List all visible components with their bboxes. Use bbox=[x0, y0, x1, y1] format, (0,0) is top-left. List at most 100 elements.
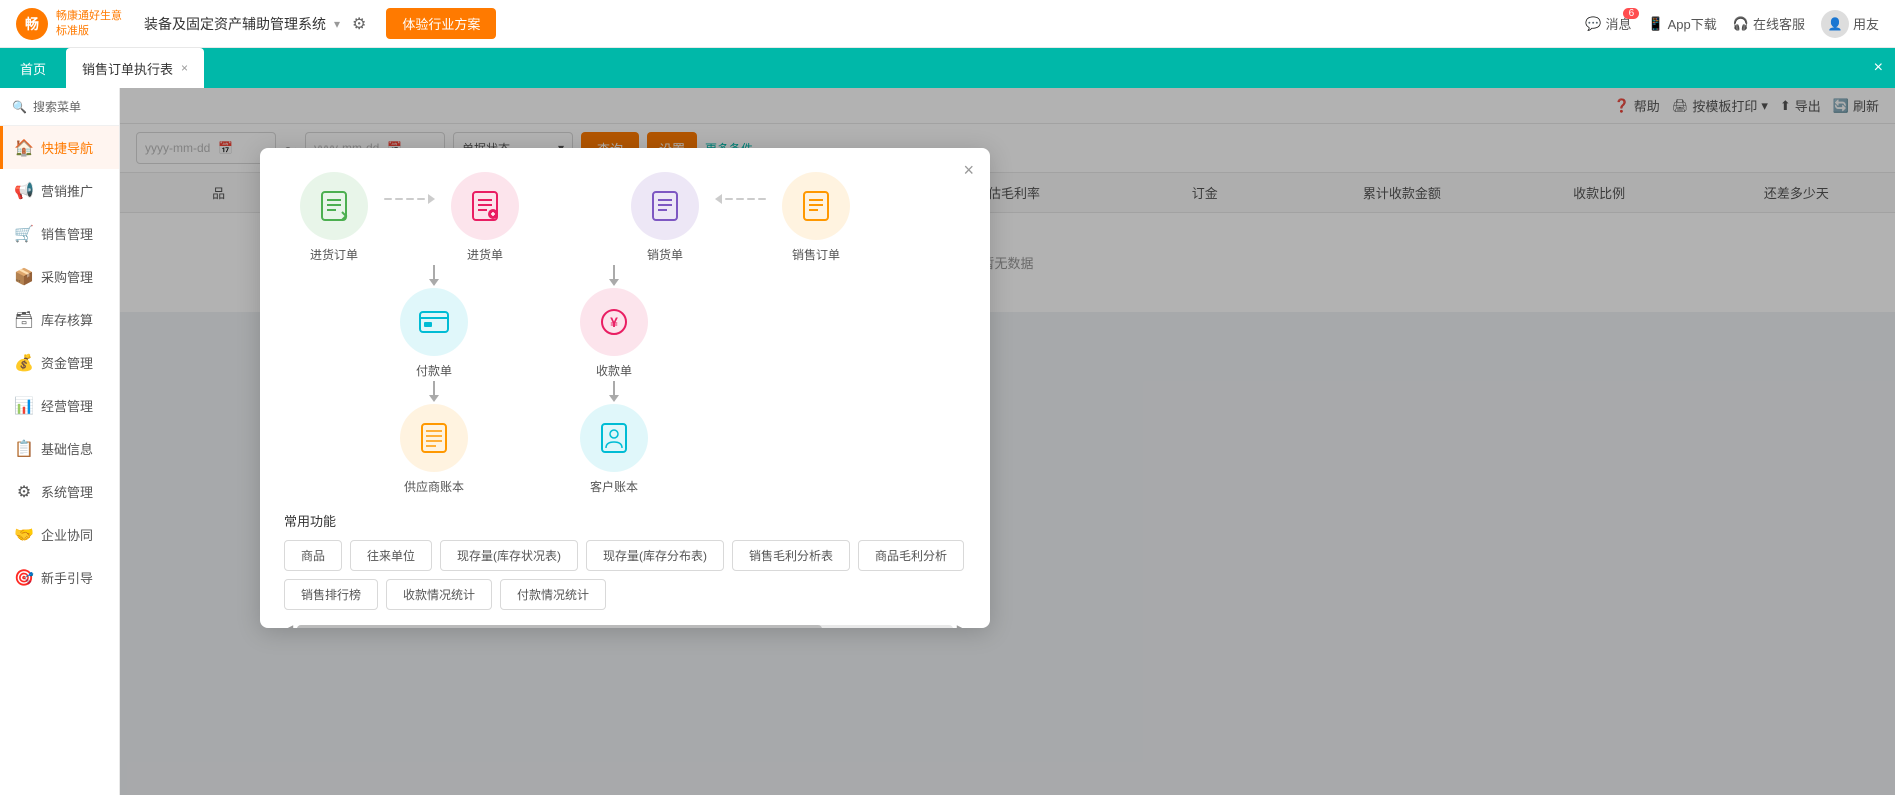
sidebar-item-inventory[interactable]: 🗃 库存核算 bbox=[0, 298, 119, 341]
message-btn[interactable]: 💬 消息 6 bbox=[1585, 14, 1631, 33]
modal-box: × 进货订单 bbox=[260, 148, 990, 628]
scroll-right-icon[interactable]: ▶ bbox=[957, 622, 966, 628]
modal-close-icon[interactable]: × bbox=[963, 160, 974, 181]
sales-bill-label: 销货单 bbox=[647, 246, 683, 263]
headset-icon: 🎧 bbox=[1733, 16, 1749, 32]
supplier-ledger-circle bbox=[400, 404, 468, 472]
message-badge: 6 bbox=[1623, 8, 1639, 19]
logo-text: 畅康通好生意 标准版 bbox=[56, 9, 122, 38]
tab-sales-order[interactable]: 销售订单执行表 × bbox=[66, 48, 204, 88]
sidebar-item-sales[interactable]: 🛒 销售管理 bbox=[0, 212, 119, 255]
flow-item-sales-order[interactable]: 销售订单 bbox=[782, 172, 850, 263]
customer-ledger-label: 客户账本 bbox=[590, 478, 638, 495]
flow-item-payment[interactable]: 付款单 bbox=[400, 288, 468, 379]
func-buttons-row1: 商品 往来单位 现存量(库存状况表) 现存量(库存分布表) 销售毛利分析表 商品… bbox=[284, 540, 966, 571]
modal-overlay[interactable]: × 进货订单 bbox=[120, 88, 1895, 795]
receipt-circle: ¥ bbox=[580, 288, 648, 356]
arrow-down-4 bbox=[580, 381, 648, 402]
common-functions-title: 常用功能 bbox=[284, 511, 966, 530]
sidebar-item-marketing[interactable]: 📢 营销推广 bbox=[0, 169, 119, 212]
purchase-bill-label: 进货单 bbox=[467, 246, 503, 263]
sidebar-item-quick-nav[interactable]: 🏠 快捷导航 bbox=[0, 126, 119, 169]
experience-btn[interactable]: 体验行业方案 bbox=[386, 8, 496, 39]
user-btn[interactable]: 👤 用友 bbox=[1821, 10, 1879, 38]
flow-item-purchase-bill[interactable]: 进货单 bbox=[451, 172, 519, 263]
header-right: 💬 消息 6 📱 App下载 🎧 在线客服 👤 用友 bbox=[1585, 10, 1879, 38]
sidebar-item-newbie[interactable]: 🎯 新手引导 bbox=[0, 556, 119, 599]
dropdown-arrow-icon[interactable]: ▾ bbox=[334, 17, 340, 31]
payment-label: 付款单 bbox=[416, 362, 452, 379]
arrow-down-1 bbox=[400, 265, 468, 286]
flow-item-customer-ledger[interactable]: 客户账本 bbox=[580, 404, 648, 495]
message-icon: 💬 bbox=[1585, 16, 1601, 32]
modal-scrollbar: ◀ ▶ bbox=[284, 622, 966, 628]
func-btn-payment-stats[interactable]: 付款情况统计 bbox=[500, 579, 606, 610]
flow-item-sales-bill[interactable]: 销货单 bbox=[631, 172, 699, 263]
sidebar-item-finance[interactable]: 💰 资金管理 bbox=[0, 341, 119, 384]
purchase-order-circle bbox=[300, 172, 368, 240]
func-btn-product[interactable]: 商品 bbox=[284, 540, 342, 571]
purchase-bill-circle bbox=[451, 172, 519, 240]
func-btn-receipt-stats[interactable]: 收款情况统计 bbox=[386, 579, 492, 610]
sidebar-item-operations[interactable]: 📊 经营管理 bbox=[0, 384, 119, 427]
arrow-right-1 bbox=[384, 194, 435, 204]
purchase-order-label: 进货订单 bbox=[310, 246, 358, 263]
logo-area: 畅 畅康通好生意 标准版 bbox=[16, 8, 136, 40]
func-btn-stock-dist[interactable]: 现存量(库存分布表) bbox=[586, 540, 724, 571]
sidebar-item-purchase[interactable]: 📦 采购管理 bbox=[0, 255, 119, 298]
flow-item-receipt[interactable]: ¥ 收款单 bbox=[580, 288, 648, 379]
enterprise-icon: 🤝 bbox=[15, 526, 33, 544]
func-buttons-row2: 销售排行榜 收款情况统计 付款情况统计 bbox=[284, 579, 966, 610]
avatar: 👤 bbox=[1821, 10, 1849, 38]
arrow-down-2 bbox=[580, 265, 648, 286]
flow-item-purchase-order[interactable]: 进货订单 bbox=[300, 172, 368, 263]
func-btn-stock-status[interactable]: 现存量(库存状况表) bbox=[440, 540, 578, 571]
system-icon: ⚙ bbox=[15, 483, 33, 501]
sales-order-label: 销售订单 bbox=[792, 246, 840, 263]
phone-icon: 📱 bbox=[1647, 16, 1663, 32]
system-title: 装备及固定资产辅助管理系统 bbox=[144, 14, 326, 34]
search-icon: 🔍 bbox=[12, 100, 27, 114]
operations-icon: 📊 bbox=[15, 397, 33, 415]
online-service-btn[interactable]: 🎧 在线客服 bbox=[1733, 14, 1805, 33]
inventory-icon: 🗃 bbox=[15, 311, 33, 329]
tab-home[interactable]: 首页 bbox=[0, 48, 66, 88]
customer-ledger-circle bbox=[580, 404, 648, 472]
payment-circle bbox=[400, 288, 468, 356]
scroll-left-icon[interactable]: ◀ bbox=[284, 622, 293, 628]
sales-order-circle bbox=[782, 172, 850, 240]
sidebar-item-enterprise[interactable]: 🤝 企业协同 bbox=[0, 513, 119, 556]
func-btn-sales-analysis[interactable]: 销售毛利分析表 bbox=[732, 540, 850, 571]
system-title-area: 装备及固定资产辅助管理系统 ▾ ⚙ 体验行业方案 bbox=[144, 8, 1585, 39]
sidebar-item-basic-info[interactable]: 📋 基础信息 bbox=[0, 427, 119, 470]
svg-text:¥: ¥ bbox=[610, 314, 618, 330]
top-header: 畅 畅康通好生意 标准版 装备及固定资产辅助管理系统 ▾ ⚙ 体验行业方案 💬 … bbox=[0, 0, 1895, 48]
quick-nav-icon: 🏠 bbox=[15, 139, 33, 157]
sidebar-item-system[interactable]: ⚙ 系统管理 bbox=[0, 470, 119, 513]
settings-icon[interactable]: ⚙ bbox=[352, 14, 366, 34]
window-close-icon[interactable]: × bbox=[1874, 59, 1883, 77]
finance-icon: 💰 bbox=[15, 354, 33, 372]
scrollbar-track[interactable] bbox=[297, 625, 953, 628]
func-btn-sales-rank[interactable]: 销售排行榜 bbox=[284, 579, 378, 610]
flow-item-supplier-ledger[interactable]: 供应商账本 bbox=[400, 404, 468, 495]
purchase-icon: 📦 bbox=[15, 268, 33, 286]
tab-close-icon[interactable]: × bbox=[181, 61, 188, 75]
sales-icon: 🛒 bbox=[15, 225, 33, 243]
sidebar: 🔍 搜索菜单 🏠 快捷导航 📢 营销推广 🛒 销售管理 📦 采购管理 🗃 库存核… bbox=[0, 88, 120, 795]
main-layout: 🔍 搜索菜单 🏠 快捷导航 📢 营销推广 🛒 销售管理 📦 采购管理 🗃 库存核… bbox=[0, 88, 1895, 795]
sidebar-search[interactable]: 🔍 搜索菜单 bbox=[0, 88, 119, 126]
func-btn-partner[interactable]: 往来单位 bbox=[350, 540, 432, 571]
newbie-icon: 🎯 bbox=[15, 569, 33, 587]
app-download-btn[interactable]: 📱 App下载 bbox=[1647, 14, 1716, 33]
arrow-left-1 bbox=[715, 194, 766, 204]
func-btn-product-profit[interactable]: 商品毛利分析 bbox=[858, 540, 964, 571]
tab-bar: 首页 销售订单执行表 × × bbox=[0, 48, 1895, 88]
sales-bill-circle bbox=[631, 172, 699, 240]
common-functions: 常用功能 商品 往来单位 现存量(库存状况表) 现存量(库存分布表) 销售毛利分… bbox=[284, 511, 966, 610]
arrow-down-3 bbox=[400, 381, 468, 402]
marketing-icon: 📢 bbox=[15, 182, 33, 200]
supplier-ledger-label: 供应商账本 bbox=[404, 478, 464, 495]
basic-info-icon: 📋 bbox=[15, 440, 33, 458]
receipt-label: 收款单 bbox=[596, 362, 632, 379]
